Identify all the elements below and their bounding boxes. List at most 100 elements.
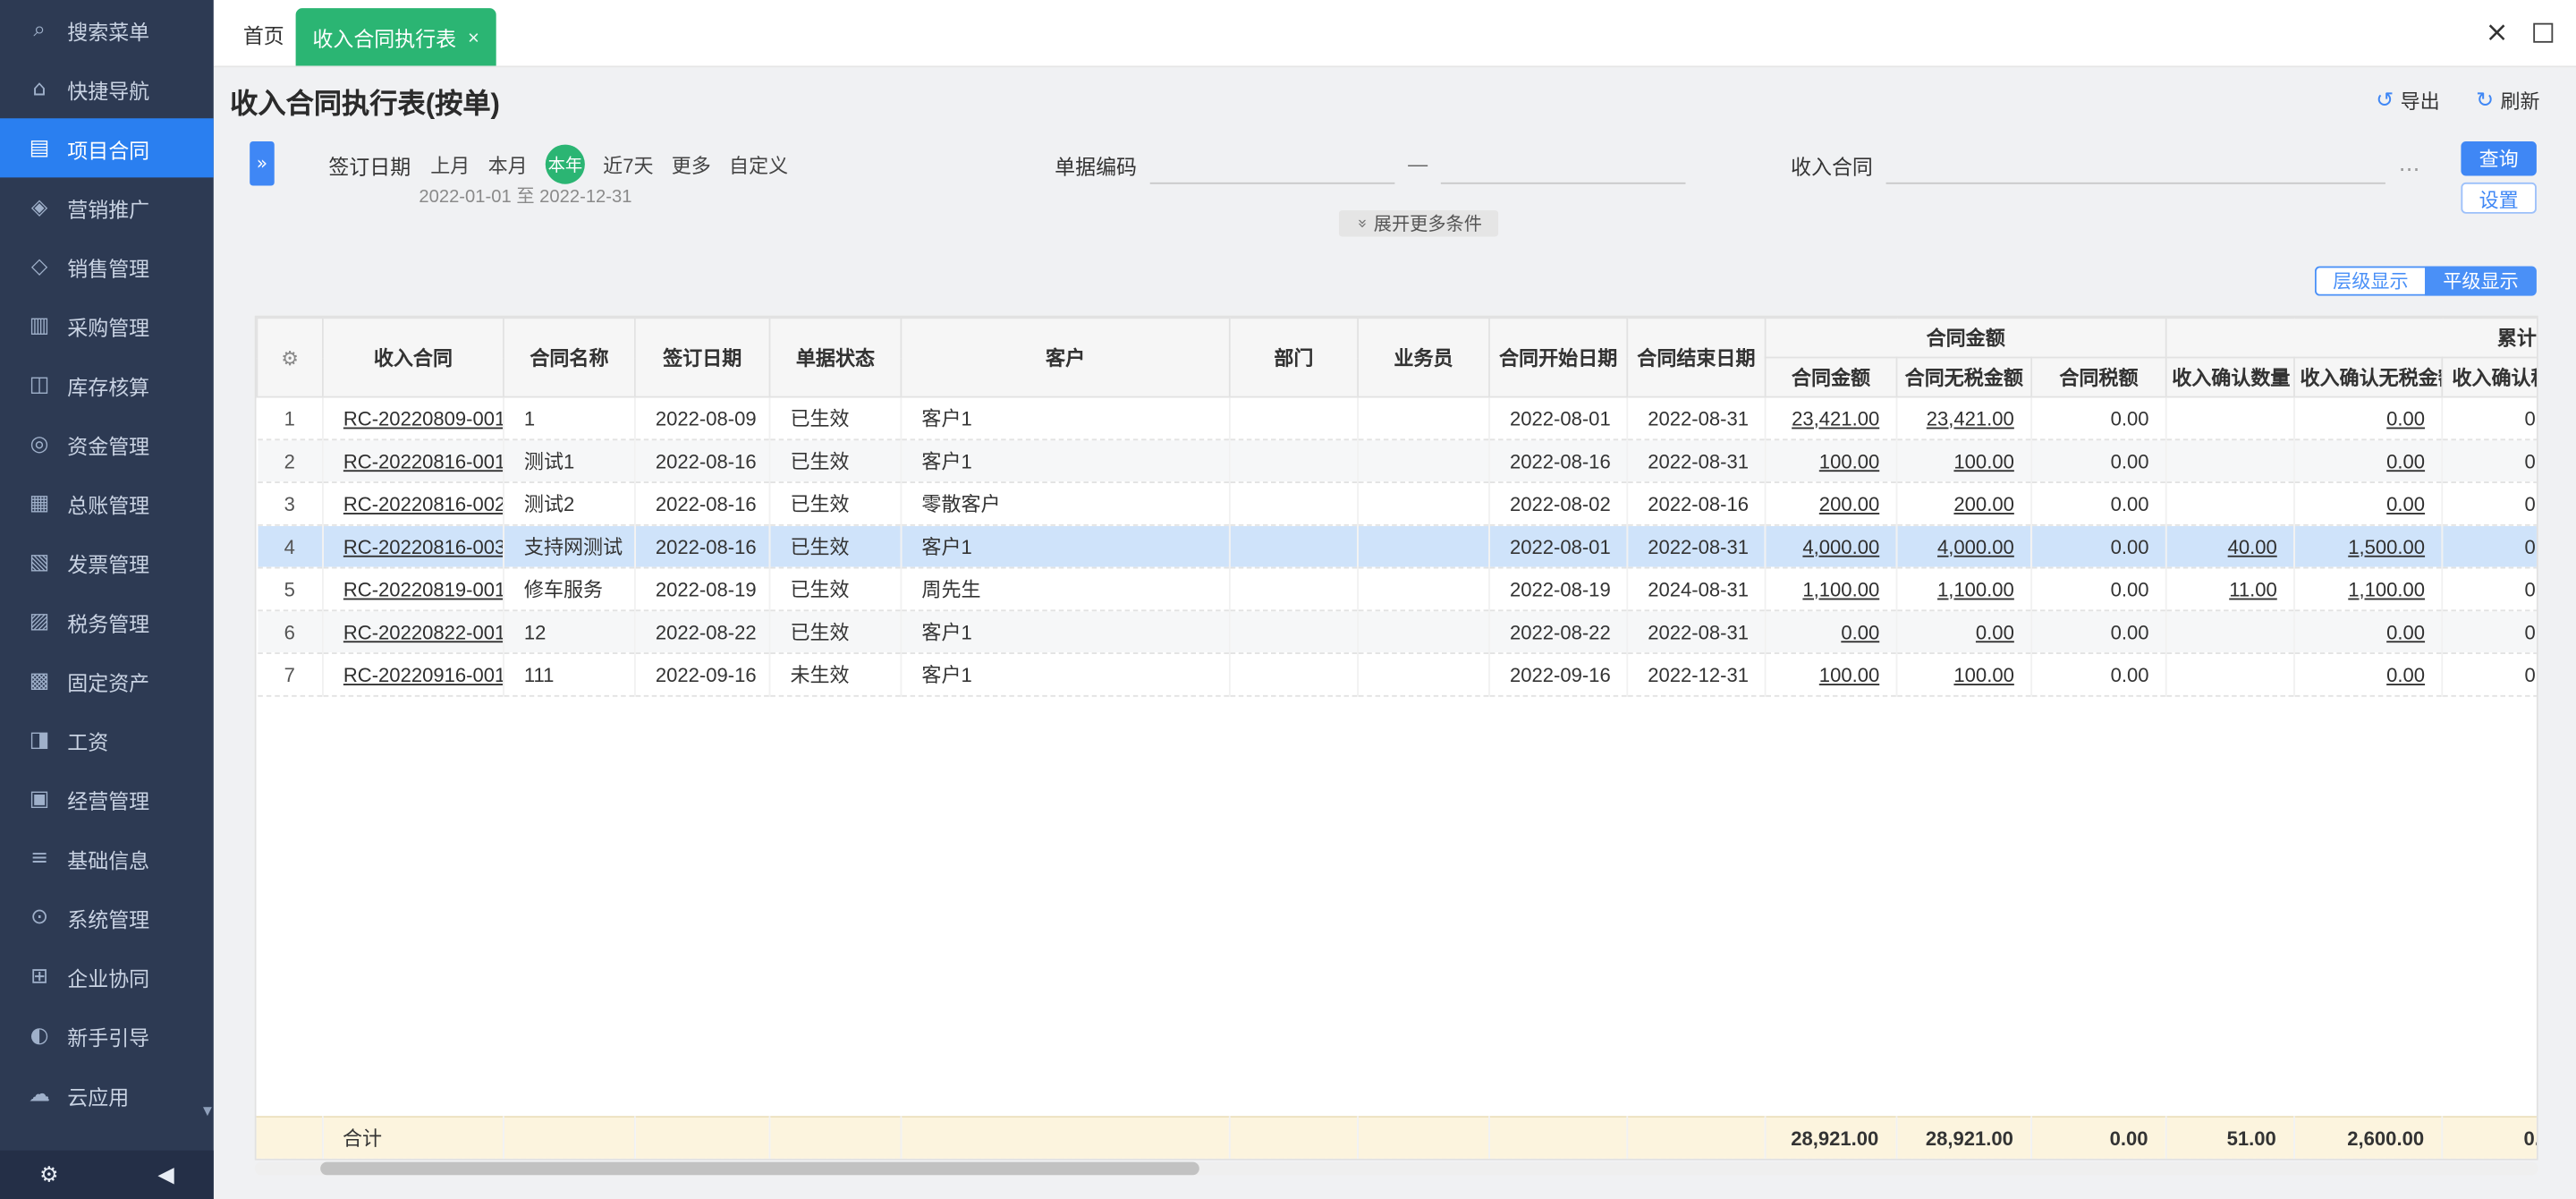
confirm-notax-link[interactable]: 0.00 <box>2386 492 2425 515</box>
confirm-notax-link[interactable]: 1,100.00 <box>2348 578 2425 601</box>
col-header-customer[interactable]: 客户 <box>900 317 1231 398</box>
sidebar-scroll-down-icon[interactable]: ▼ <box>203 1104 212 1118</box>
sidebar-item[interactable]: ☁ 云应用 <box>0 1065 214 1124</box>
amount-notax-link[interactable]: 100.00 <box>1953 663 2013 686</box>
scrollbar-thumb[interactable] <box>320 1161 1199 1176</box>
sidebar-item[interactable]: ⌂ 快捷导航 <box>0 59 214 118</box>
confirm-qty-link[interactable]: 11.00 <box>2229 578 2277 601</box>
sidebar-item[interactable]: ▧ 发票管理 <box>0 532 214 591</box>
col-header-name[interactable]: 合同名称 <box>503 317 636 398</box>
sidebar-item[interactable]: ◎ 资金管理 <box>0 414 214 473</box>
view-flat-button[interactable]: 平级显示 <box>2425 266 2537 296</box>
table-row[interactable]: 5 RC-20220819-001 修车服务 2022-08-19 已生效 周先… <box>257 567 2537 612</box>
refresh-button[interactable]: ↻ 刷新 <box>2476 87 2539 115</box>
sidebar-item[interactable]: ▨ 税务管理 <box>0 591 214 651</box>
contract-code-link[interactable]: RC-20220816-001 <box>343 449 502 472</box>
sidebar-item[interactable]: ▦ 总账管理 <box>0 473 214 532</box>
expand-more-button[interactable]: » 展开更多条件 <box>1338 210 1499 237</box>
amount-link[interactable]: 100.00 <box>1819 449 1879 472</box>
sidebar-item[interactable]: ◨ 工资 <box>0 710 214 769</box>
date-quick-option[interactable]: 自定义 <box>729 150 788 178</box>
confirm-notax-link[interactable]: 0.00 <box>2386 663 2425 686</box>
date-quick-option[interactable]: 本月 <box>488 150 528 178</box>
date-quick-option[interactable]: 本年 <box>545 144 585 184</box>
sidebar-item[interactable]: ⊙ 系统管理 <box>0 888 214 947</box>
amount-notax-link[interactable]: 200.00 <box>1953 492 2013 515</box>
sidebar-item[interactable]: ▩ 固定资产 <box>0 651 214 710</box>
col-header-start-date[interactable]: 合同开始日期 <box>1488 317 1629 398</box>
confirm-qty-link[interactable]: 40.00 <box>2228 535 2277 558</box>
date-quick-option[interactable]: 上月 <box>430 150 470 178</box>
date-quick-option[interactable]: 近7天 <box>603 150 653 178</box>
table-row[interactable]: 6 RC-20220822-001 12 2022-08-22 已生效 客户1 … <box>257 610 2537 655</box>
sidebar-item[interactable]: ≡ 基础信息 <box>0 829 214 888</box>
settings-button[interactable]: 设置 <box>2461 182 2537 214</box>
tab-active[interactable]: 收入合同执行表 × <box>295 8 496 66</box>
amount-link[interactable]: 0.00 <box>1841 620 1879 643</box>
doc-code-to-input[interactable] <box>1440 145 1686 183</box>
contract-code-link[interactable]: RC-20220816-003 <box>343 535 502 558</box>
sidebar-item[interactable]: ◐ 新手引导 <box>0 1006 214 1065</box>
date-quick-option[interactable]: 更多 <box>672 150 711 178</box>
amount-notax-link[interactable]: 100.00 <box>1953 449 2013 472</box>
export-button[interactable]: ↺ 导出 <box>2376 87 2439 115</box>
col-header-contract[interactable]: 收入合同 <box>321 317 504 398</box>
contract-code-link[interactable]: RC-20220916-001 <box>343 663 502 686</box>
amount-link[interactable]: 4,000.00 <box>1802 535 1879 558</box>
sidebar-item[interactable]: ◫ 库存核算 <box>0 355 214 414</box>
tab-close-icon[interactable]: × <box>468 25 479 48</box>
amount-notax-link[interactable]: 4,000.00 <box>1937 535 2014 558</box>
sidebar-item[interactable]: ▤ 项目合同 <box>0 118 214 178</box>
close-icon[interactable]: × <box>2486 18 2509 47</box>
table-row[interactable]: 1 RC-20220809-001 1 2022-08-09 已生效 客户1 2… <box>257 396 2537 441</box>
contract-code-link[interactable]: RC-20220809-001 <box>343 407 502 430</box>
confirm-tax-cell: 0.00 <box>2442 396 2537 441</box>
amount-link[interactable]: 200.00 <box>1819 492 1879 515</box>
contract-code-link[interactable]: RC-20220819-001 <box>343 578 502 601</box>
col-header-end-date[interactable]: 合同结束日期 <box>1626 317 1767 398</box>
confirm-notax-link[interactable]: 0.00 <box>2386 407 2425 430</box>
col-header-confirm-notax[interactable]: 收入确认无税金额 <box>2293 356 2444 398</box>
col-header-confirm-tax[interactable]: 收入确认税额 <box>2441 356 2537 398</box>
query-button[interactable]: 查询 <box>2461 140 2537 176</box>
doc-code-from-input[interactable] <box>1149 145 1395 183</box>
table-row[interactable]: 7 RC-20220916-001 111 2022-09-16 未生效 客户1… <box>257 653 2537 697</box>
sidebar-item[interactable]: ◇ 销售管理 <box>0 236 214 295</box>
amount-link[interactable]: 100.00 <box>1819 663 1879 686</box>
sidebar-item[interactable]: ▥ 采购管理 <box>0 296 214 355</box>
confirm-notax-link[interactable]: 0.00 <box>2386 449 2425 472</box>
table-row[interactable]: 2 RC-20220816-001 测试1 2022-08-16 已生效 客户1… <box>257 439 2537 483</box>
income-contract-input[interactable] <box>1885 145 2385 183</box>
column-settings-icon[interactable]: ⚙ <box>281 346 299 370</box>
col-header-status[interactable]: 单据状态 <box>768 317 902 398</box>
maximize-icon[interactable] <box>2533 22 2554 43</box>
col-header-amount-notax[interactable]: 合同无税金额 <box>1895 356 2033 398</box>
amount-notax-link[interactable]: 23,421.00 <box>1927 407 2014 430</box>
contract-code-link[interactable]: RC-20220816-002 <box>343 492 502 515</box>
sidebar-item[interactable]: ⌕ 搜索菜单 <box>0 0 214 59</box>
contract-code-link[interactable]: RC-20220822-001 <box>343 620 502 643</box>
amount-notax-link[interactable]: 1,100.00 <box>1937 578 2014 601</box>
table-row[interactable]: 4 RC-20220816-003 支持网测试 2022-08-16 已生效 客… <box>257 524 2537 569</box>
sidebar-item[interactable]: ⊞ 企业协同 <box>0 947 214 1006</box>
confirm-notax-link[interactable]: 0.00 <box>2386 620 2425 643</box>
view-hierarchical-button[interactable]: 层级显示 <box>2314 266 2426 296</box>
col-header-salesman[interactable]: 业务员 <box>1357 317 1490 398</box>
confirm-notax-link[interactable]: 1,500.00 <box>2348 535 2425 558</box>
gear-icon[interactable]: ⚙ <box>39 1162 58 1187</box>
megaphone-icon[interactable]: ◀ <box>157 1162 174 1187</box>
filter-collapse-button[interactable]: » <box>250 140 275 186</box>
sidebar-item[interactable]: ▣ 经营管理 <box>0 770 214 829</box>
tab-home[interactable]: 首页 <box>243 0 284 65</box>
amount-notax-link[interactable]: 0.00 <box>1976 620 2014 643</box>
table-row[interactable]: 3 RC-20220816-002 测试2 2022-08-16 已生效 零散客… <box>257 482 2537 526</box>
sidebar-item[interactable]: ◈ 营销推广 <box>0 177 214 236</box>
amount-link[interactable]: 23,421.00 <box>1792 407 1879 430</box>
ellipsis-icon[interactable]: … <box>2399 152 2422 177</box>
amount-link[interactable]: 1,100.00 <box>1802 578 1879 601</box>
col-header-dept[interactable]: 部门 <box>1228 317 1359 398</box>
col-header-sign-date[interactable]: 签订日期 <box>633 317 771 398</box>
col-header-tax[interactable]: 合同税额 <box>2030 356 2167 398</box>
col-header-confirm-qty[interactable]: 收入确认数量 <box>2165 356 2295 398</box>
col-header-amount[interactable]: 合同金额 <box>1764 356 1898 398</box>
